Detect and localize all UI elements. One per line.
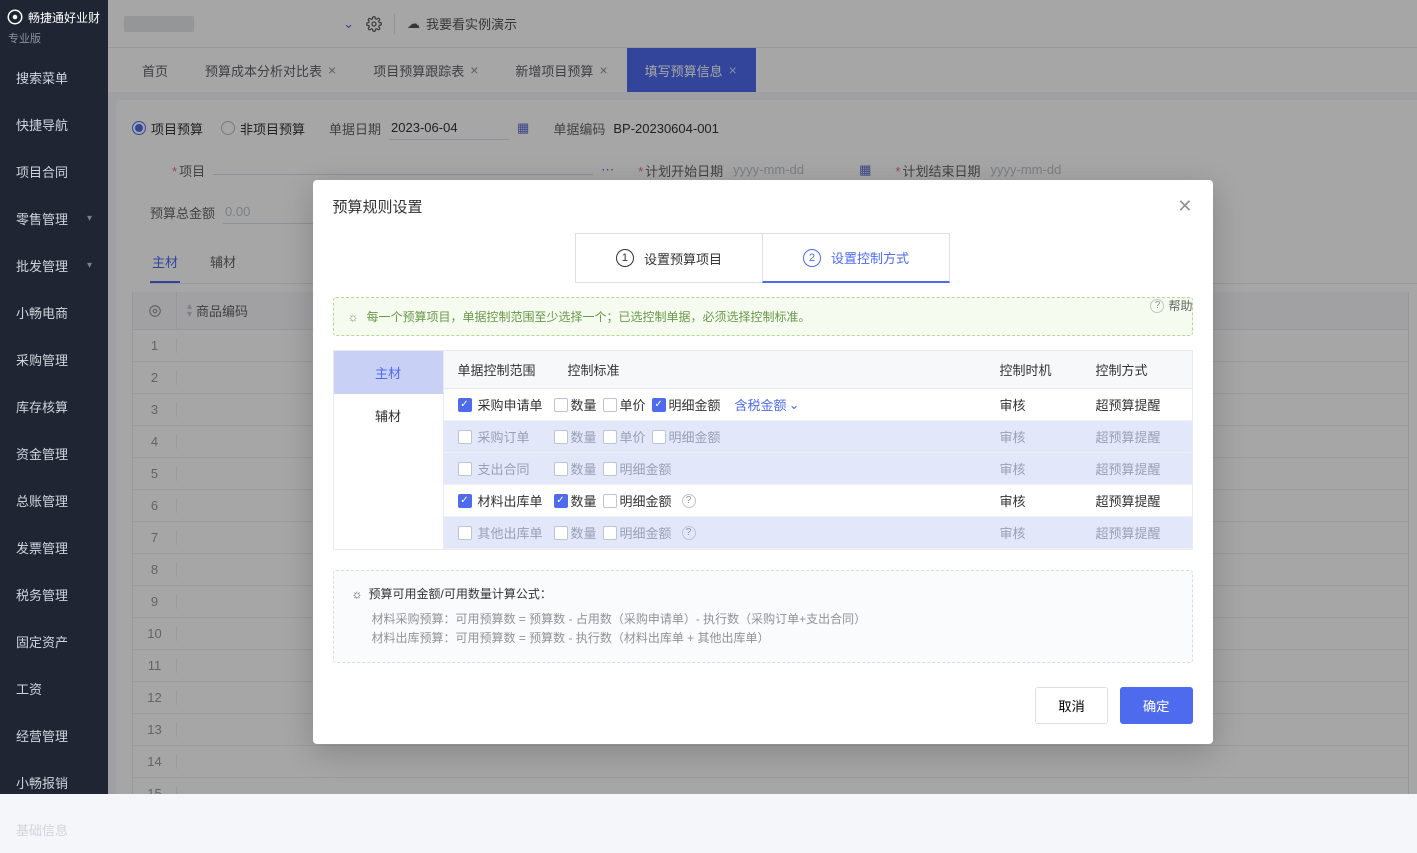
info-bar: ☼ 每一个预算项目，单据控制范围至少选择一个；已选控制单据，必须选择控制标准。 bbox=[333, 297, 1193, 336]
checkbox[interactable] bbox=[458, 526, 472, 540]
rule-row-4: 其他出库单数量明细金额?审核超预算提醒 bbox=[444, 517, 1192, 549]
tax-dropdown[interactable]: 含税金额 ⌄ bbox=[735, 395, 800, 414]
sidebar-item-6[interactable]: 采购管理 bbox=[0, 336, 108, 383]
sidebar-item-0[interactable]: 搜索菜单 bbox=[0, 54, 108, 101]
sidebar-item-3[interactable]: 零售管理▾ bbox=[0, 195, 108, 242]
rt-head-scope: 单据控制范围 bbox=[444, 360, 554, 379]
rules-side-aux[interactable]: 辅材 bbox=[334, 394, 443, 437]
checkbox[interactable] bbox=[652, 398, 666, 412]
rule-row-3: 材料出库单数量明细金额?审核超预算提醒 bbox=[444, 485, 1192, 517]
formula-box: ☼预算可用金额/可用数量计算公式： 材料采购预算：可用预算数 = 预算数 - 占… bbox=[333, 570, 1193, 663]
sidebar: 畅捷通好业财 专业版 搜索菜单快捷导航项目合同零售管理▾批发管理▾小畅电商采购管… bbox=[0, 0, 108, 794]
cancel-button[interactable]: 取消 bbox=[1035, 687, 1108, 724]
sidebar-item-9[interactable]: 总账管理 bbox=[0, 477, 108, 524]
brand-name: 畅捷通好业财 bbox=[28, 9, 100, 26]
rt-head-mode: 控制方式 bbox=[1082, 360, 1192, 379]
rule-row-2: 支出合同数量明细金额审核超预算提醒 bbox=[444, 453, 1192, 485]
modal: 预算规则设置 ✕ 1设置预算项目 2设置控制方式 ?帮助 ☼ 每一个预算项目，单… bbox=[313, 180, 1213, 744]
sidebar-item-5[interactable]: 小畅电商 bbox=[0, 289, 108, 336]
checkbox[interactable] bbox=[458, 430, 472, 444]
sidebar-item-14[interactable]: 经营管理 bbox=[0, 712, 108, 759]
caret-down-icon: ▾ bbox=[87, 213, 92, 224]
sidebar-item-12[interactable]: 固定资产 bbox=[0, 618, 108, 665]
checkbox[interactable] bbox=[603, 398, 617, 412]
bulb-icon: ☼ bbox=[352, 587, 363, 601]
sidebar-item-2[interactable]: 项目合同 bbox=[0, 148, 108, 195]
formula-1: 材料采购预算：可用预算数 = 预算数 - 占用数（采购申请单）- 执行数（采购订… bbox=[372, 610, 1174, 627]
modal-title: 预算规则设置 bbox=[333, 196, 423, 217]
help-icon[interactable]: ? bbox=[682, 494, 696, 508]
checkbox[interactable] bbox=[458, 494, 472, 508]
checkbox[interactable] bbox=[652, 430, 666, 444]
help-icon[interactable]: ? bbox=[682, 526, 696, 540]
formula-2: 材料出库预算：可用预算数 = 预算数 - 执行数（材料出库单 + 其他出库单） bbox=[372, 629, 1174, 646]
step-2[interactable]: 2设置控制方式 bbox=[762, 233, 950, 283]
brand-edition: 专业版 bbox=[0, 30, 108, 54]
ok-button[interactable]: 确定 bbox=[1120, 687, 1193, 724]
checkbox[interactable] bbox=[603, 526, 617, 540]
chevron-down-icon: ⌄ bbox=[789, 397, 800, 413]
checkbox[interactable] bbox=[554, 430, 568, 444]
sidebar-item-7[interactable]: 库存核算 bbox=[0, 383, 108, 430]
checkbox[interactable] bbox=[458, 462, 472, 476]
sidebar-item-16[interactable]: 基础信息 bbox=[0, 806, 108, 853]
checkbox[interactable] bbox=[554, 526, 568, 540]
checkbox[interactable] bbox=[458, 398, 472, 412]
rules-side-main[interactable]: 主材 bbox=[334, 351, 443, 394]
sidebar-item-8[interactable]: 资金管理 bbox=[0, 430, 108, 477]
sidebar-item-1[interactable]: 快捷导航 bbox=[0, 101, 108, 148]
close-icon[interactable]: ✕ bbox=[1177, 196, 1192, 217]
checkbox[interactable] bbox=[603, 494, 617, 508]
rules-panel: 主材 辅材 单据控制范围 控制标准 控制时机 控制方式 采购申请单数量单价明细金… bbox=[333, 350, 1193, 550]
brand-logo: 畅捷通好业财 bbox=[0, 0, 108, 30]
checkbox[interactable] bbox=[603, 430, 617, 444]
sidebar-item-10[interactable]: 发票管理 bbox=[0, 524, 108, 571]
sidebar-item-4[interactable]: 批发管理▾ bbox=[0, 242, 108, 289]
checkbox[interactable] bbox=[554, 494, 568, 508]
rule-row-0: 采购申请单数量单价明细金额含税金额 ⌄审核超预算提醒 bbox=[444, 389, 1192, 421]
brand-icon bbox=[6, 8, 24, 26]
sidebar-item-13[interactable]: 工资 bbox=[0, 665, 108, 712]
step-1[interactable]: 1设置预算项目 bbox=[575, 233, 762, 283]
caret-down-icon: ▾ bbox=[87, 260, 92, 271]
help-link[interactable]: ?帮助 bbox=[1146, 297, 1192, 314]
rule-row-1: 采购订单数量单价明细金额审核超预算提醒 bbox=[444, 421, 1192, 453]
checkbox[interactable] bbox=[554, 398, 568, 412]
rt-head-standard: 控制标准 bbox=[554, 360, 986, 379]
help-icon: ? bbox=[1150, 299, 1164, 313]
modal-overlay: 预算规则设置 ✕ 1设置预算项目 2设置控制方式 ?帮助 ☼ 每一个预算项目，单… bbox=[108, 0, 1417, 794]
checkbox[interactable] bbox=[554, 462, 568, 476]
sidebar-item-15[interactable]: 小畅报销 bbox=[0, 759, 108, 806]
bulb-icon: ☼ bbox=[348, 310, 359, 324]
sidebar-item-11[interactable]: 税务管理 bbox=[0, 571, 108, 618]
rt-head-timing: 控制时机 bbox=[986, 360, 1082, 379]
checkbox[interactable] bbox=[603, 462, 617, 476]
